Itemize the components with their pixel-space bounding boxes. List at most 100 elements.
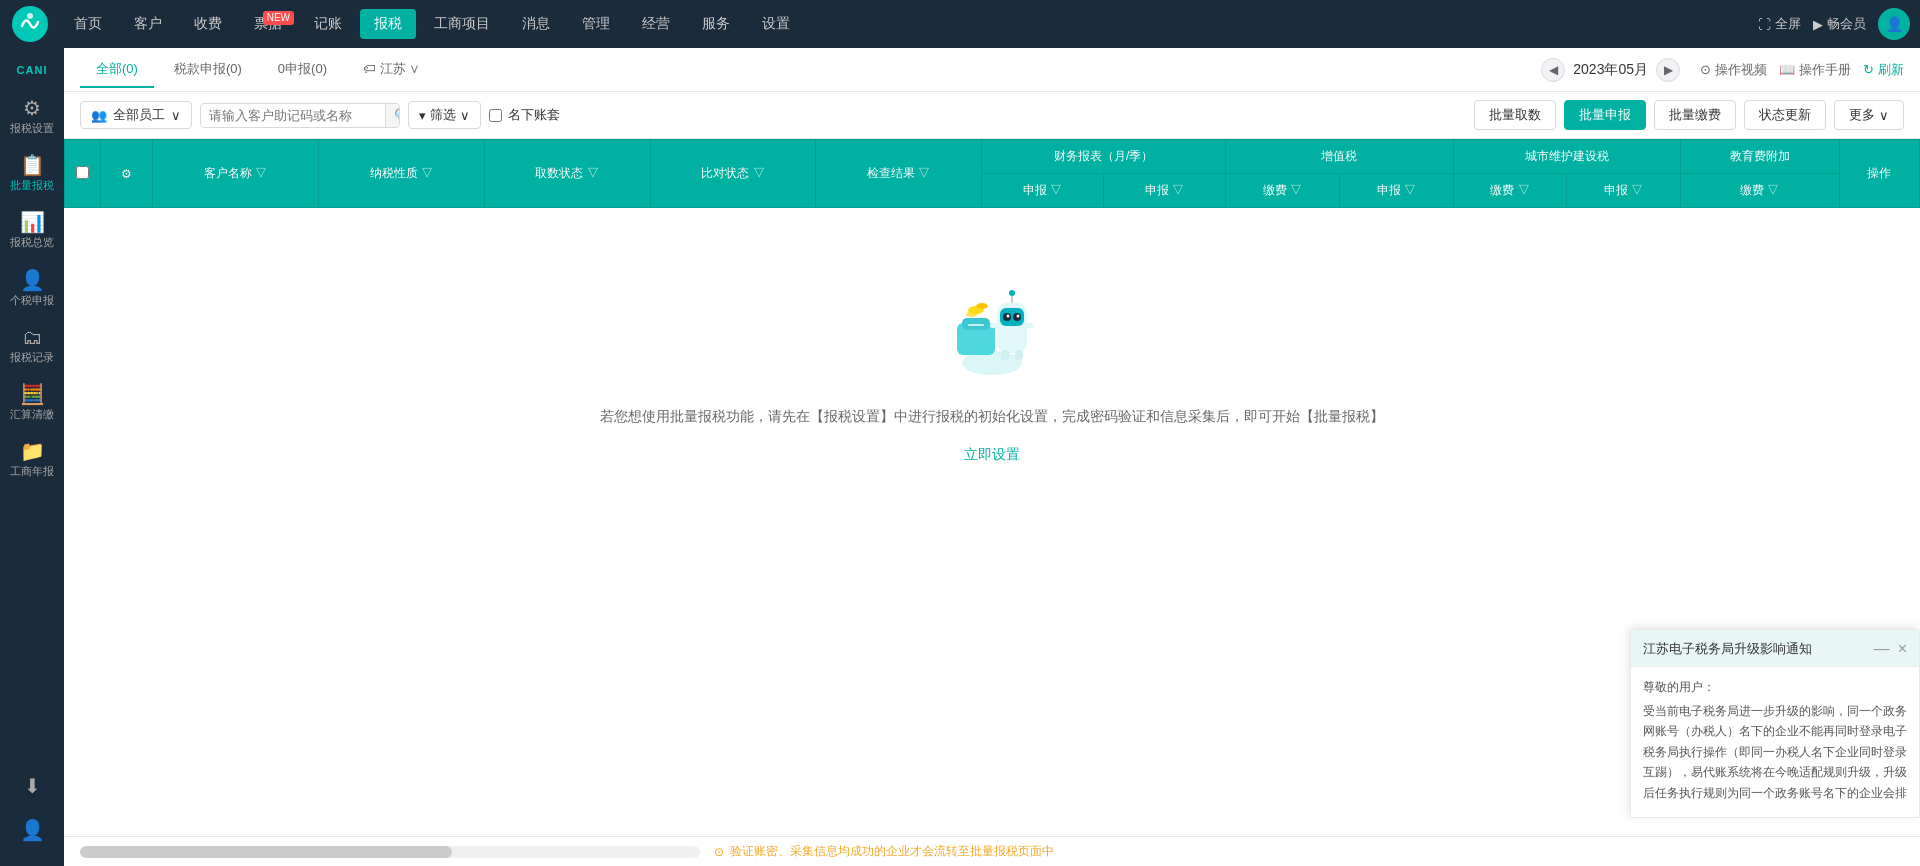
nav-message[interactable]: 消息 xyxy=(508,9,564,39)
tax-records-icon: 🗂 xyxy=(22,327,42,347)
sidebar-item-personal-tax[interactable]: 👤 个税申报 xyxy=(0,260,64,317)
next-month-button[interactable]: ▶ xyxy=(1656,58,1680,82)
tab-all[interactable]: 全部(0) xyxy=(80,52,154,88)
th-edu-declare[interactable]: 申报 ▽ xyxy=(1567,174,1681,208)
top-right-actions: ⛶ 全屏 ▶ 畅会员 👤 xyxy=(1758,8,1910,40)
nav-business[interactable]: 工商项目 xyxy=(420,9,504,39)
refresh-button[interactable]: ↻ 刷新 xyxy=(1863,61,1904,79)
sidebar-item-user[interactable]: 👤 xyxy=(16,810,49,850)
nav-home[interactable]: 首页 xyxy=(60,9,116,39)
sidebar-item-tax-records[interactable]: 🗂 报税记录 xyxy=(0,317,64,374)
tax-settings-icon: ⚙ xyxy=(23,98,41,118)
operation-video-button[interactable]: ⊙ 操作视频 xyxy=(1700,61,1767,79)
nav-service[interactable]: 服务 xyxy=(688,9,744,39)
user-avatar[interactable]: 👤 xyxy=(1878,8,1910,40)
status-update-button[interactable]: 状态更新 xyxy=(1744,100,1826,130)
dropdown-icon: ∨ xyxy=(409,61,420,76)
download-icon: ⬇ xyxy=(24,776,41,796)
name-accounts-checkbox[interactable] xyxy=(489,109,502,122)
manual-icon: 📖 xyxy=(1779,62,1795,77)
checkbox-label: 名下账套 xyxy=(508,106,560,124)
vip-button[interactable]: ▶ 畅会员 xyxy=(1813,15,1866,33)
tax-overview-icon: 📊 xyxy=(20,212,45,232)
batch-declare-button[interactable]: 批量申报 xyxy=(1564,100,1646,130)
notification-title: 江苏电子税务局升级影响通知 xyxy=(1643,640,1812,658)
sidebar-item-batch-tax[interactable]: 📋 批量报税 xyxy=(0,145,64,202)
sidebar-item-annual-report[interactable]: 📁 工商年报 xyxy=(0,431,64,488)
nav-tax[interactable]: 报税 xyxy=(360,9,416,39)
svg-rect-17 xyxy=(990,323,1000,328)
notification-close-button[interactable]: × xyxy=(1898,640,1907,658)
empty-state: 若您想使用批量报税功能，请先在【报税设置】中进行报税的初始化设置，完成密码验证和… xyxy=(64,208,1920,524)
th-financial-declare[interactable]: 申报 ▽ xyxy=(982,174,1104,208)
month-navigation: ◀ 2023年05月 ▶ xyxy=(1541,58,1680,82)
tabs-bar: 全部(0) 税款申报(0) 0申报(0) 🏷 江苏 ∨ ◀ 2023年05月 ▶… xyxy=(64,48,1920,92)
horizontal-scrollbar[interactable] xyxy=(80,846,708,858)
th-financial-report: 财务报表（月/季） xyxy=(982,140,1226,174)
search-button[interactable]: 🔍 xyxy=(385,104,400,127)
th-city-pay[interactable]: 缴费 ▽ xyxy=(1453,174,1567,208)
bottom-bar: ⊙ 验证账密、采集信息均成功的企业才会流转至批量报税页面中 xyxy=(64,836,1920,866)
th-customer-name[interactable]: 客户名称 ▽ xyxy=(153,140,319,208)
setup-link[interactable]: 立即设置 xyxy=(964,446,1020,464)
th-compare-status[interactable]: 比对状态 ▽ xyxy=(650,140,816,208)
th-vat-pay[interactable]: 缴费 ▽ xyxy=(1226,174,1340,208)
nav-ticket[interactable]: 票据 NEW xyxy=(240,9,296,39)
th-vat-declare[interactable]: 申报 ▽ xyxy=(1104,174,1226,208)
th-edu-pay[interactable]: 缴费 ▽ xyxy=(1680,174,1839,208)
th-checkbox[interactable] xyxy=(65,140,101,208)
tab-zero-declare[interactable]: 0申报(0) xyxy=(262,52,343,88)
user-icon: 👤 xyxy=(20,820,45,840)
svg-point-14 xyxy=(1017,315,1020,318)
tab-jiangsu[interactable]: 🏷 江苏 ∨ xyxy=(347,52,436,88)
scroll-track xyxy=(80,846,700,858)
toolbar-right-buttons: 批量取数 批量申报 批量缴费 状态更新 更多 ∨ xyxy=(1474,100,1904,130)
fullscreen-button[interactable]: ⛶ 全屏 xyxy=(1758,15,1801,33)
svg-rect-18 xyxy=(1024,323,1034,328)
app-logo[interactable] xyxy=(10,4,50,44)
more-button[interactable]: 更多 ∨ xyxy=(1834,100,1904,130)
svg-rect-19 xyxy=(1001,350,1009,360)
select-all-checkbox[interactable] xyxy=(76,166,89,179)
nav-settings[interactable]: 设置 xyxy=(748,9,804,39)
operation-manual-button[interactable]: 📖 操作手册 xyxy=(1779,61,1851,79)
notification-content: 受当前电子税务局进一步升级的影响，同一个政务网账号（办税人）名下的企业不能再同时… xyxy=(1643,701,1907,803)
sidebar-item-download[interactable]: ⬇ xyxy=(16,766,49,806)
th-fetch-status[interactable]: 取数状态 ▽ xyxy=(484,140,650,208)
th-operation: 操作 xyxy=(1839,140,1920,208)
nav-bookkeeping[interactable]: 记账 xyxy=(300,9,356,39)
fullscreen-icon: ⛶ xyxy=(1758,17,1771,32)
prev-month-button[interactable]: ◀ xyxy=(1541,58,1565,82)
notification-body: 尊敬的用户： 受当前电子税务局进一步升级的影响，同一个政务网账号（办税人）名下的… xyxy=(1631,667,1919,817)
toolbar: 👥 全部员工 ∨ 🔍 ▾ 筛选 ∨ 名下账套 批量取数 批量申报 批量缴费 xyxy=(64,92,1920,139)
sidebar: CANI ⚙ 报税设置 📋 批量报税 📊 报税总览 👤 个税申报 🗂 报税记录 … xyxy=(0,48,64,866)
top-navigation: 首页 客户 收费 票据 NEW 记账 报税 工商项目 消息 管理 经营 服务 设… xyxy=(0,0,1920,48)
select-arrow-icon: ∨ xyxy=(171,108,181,123)
nav-manage[interactable]: 管理 xyxy=(568,9,624,39)
svg-rect-20 xyxy=(1015,350,1023,360)
more-arrow-icon: ∨ xyxy=(1879,108,1889,123)
nav-customer[interactable]: 客户 xyxy=(120,9,176,39)
th-tax-nature[interactable]: 纳税性质 ▽ xyxy=(318,140,484,208)
empty-text: 若您想使用批量报税功能，请先在【报税设置】中进行报税的初始化设置，完成密码验证和… xyxy=(600,408,1384,426)
sidebar-item-annual-settlement[interactable]: 🧮 汇算清缴 xyxy=(0,374,64,431)
tab-tax-declare[interactable]: 税款申报(0) xyxy=(158,52,258,88)
filter-icon: ▾ xyxy=(419,108,426,123)
sidebar-item-tax-overview[interactable]: 📊 报税总览 xyxy=(0,202,64,259)
filter-button[interactable]: ▾ 筛选 ∨ xyxy=(408,101,481,129)
th-check-result[interactable]: 检查结果 ▽ xyxy=(816,140,982,208)
avatar-icon: 👤 xyxy=(1886,16,1903,32)
notification-panel: 江苏电子税务局升级影响通知 — × 尊敬的用户： 受当前电子税务局进一步升级的影… xyxy=(1630,629,1920,818)
search-input[interactable] xyxy=(201,104,385,127)
notification-minimize-button[interactable]: — xyxy=(1874,640,1890,658)
nav-fee[interactable]: 收费 xyxy=(180,9,236,39)
batch-pay-button[interactable]: 批量缴费 xyxy=(1654,100,1736,130)
employee-select[interactable]: 👥 全部员工 ∨ xyxy=(80,101,192,129)
checkbox-wrap[interactable]: 名下账套 xyxy=(489,106,560,124)
th-city-declare[interactable]: 申报 ▽ xyxy=(1339,174,1453,208)
search-input-wrap: 🔍 xyxy=(200,103,400,128)
nav-operation[interactable]: 经营 xyxy=(628,9,684,39)
th-config[interactable]: ⚙ xyxy=(101,140,153,208)
sidebar-item-tax-settings[interactable]: ⚙ 报税设置 xyxy=(0,88,64,145)
batch-fetch-button[interactable]: 批量取数 xyxy=(1474,100,1556,130)
